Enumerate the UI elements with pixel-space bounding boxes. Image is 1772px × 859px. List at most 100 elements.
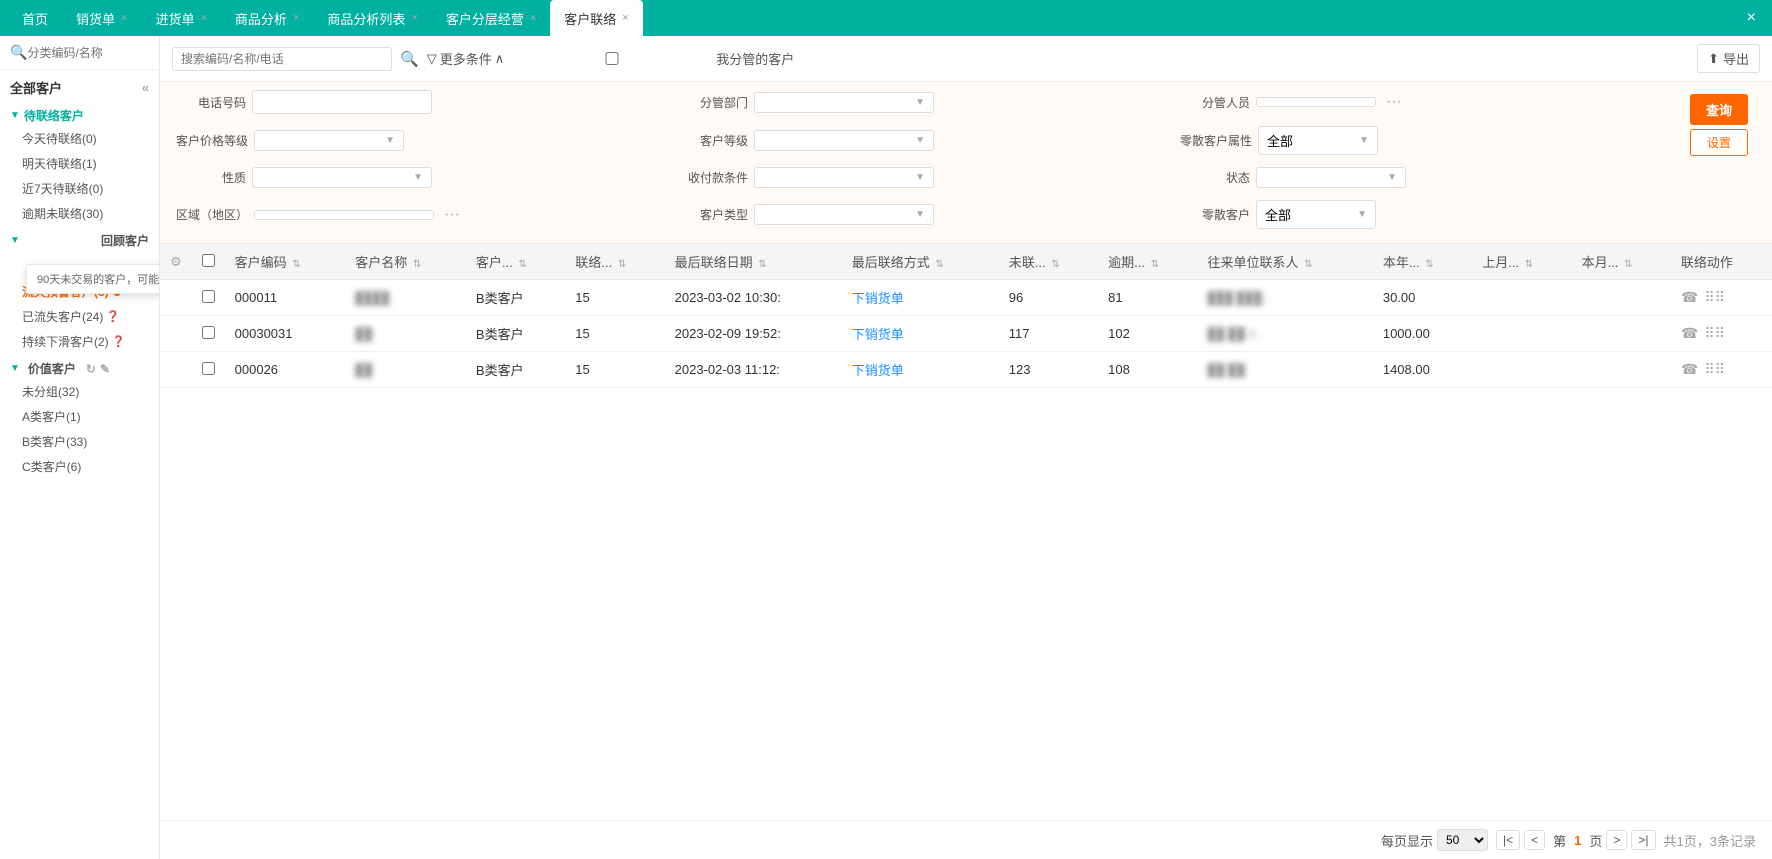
status-select[interactable]: ▼ <box>1256 167 1406 188</box>
col-header-last-method[interactable]: 最后联络方式 ⇅ <box>842 244 999 280</box>
dept-select[interactable]: ▼ <box>754 92 934 113</box>
row-last-month <box>1472 352 1571 388</box>
col-header-overdue[interactable]: 逾期... ⇅ <box>1098 244 1197 280</box>
col-header-this-year[interactable]: 本年... ⇅ <box>1373 244 1472 280</box>
prev-page-button[interactable]: < <box>1524 830 1545 850</box>
sidebar-item-a-class[interactable]: A类客户(1) <box>0 404 159 429</box>
settings-button[interactable]: 设置 <box>1690 129 1748 156</box>
current-page-number: 1 <box>1570 833 1585 848</box>
close-sales-icon[interactable]: × <box>121 12 127 24</box>
sidebar-item-b-class[interactable]: B类客户(33) <box>0 429 159 454</box>
row-unit-contact: ███ ███... <box>1198 280 1373 316</box>
zero-attr-value: 全部 <box>1267 131 1293 150</box>
zero-customer-select[interactable]: 全部 ▼ <box>1256 200 1376 229</box>
nav-customer-contact[interactable]: 客户联络 × <box>550 0 642 36</box>
sidebar-item-declining[interactable]: 持续下滑客户(2) ❓ <box>0 329 159 354</box>
nav-purchase-order[interactable]: 进货单 × <box>141 0 220 36</box>
nav-sales-label: 销货单 <box>76 9 115 28</box>
nav-product-list[interactable]: 商品分析列表 × <box>313 0 431 36</box>
per-page-select[interactable]: 50 100 200 <box>1437 829 1488 851</box>
action-more-icon[interactable]: ⠿⠿ <box>1704 325 1725 342</box>
sidebar-item-c-class[interactable]: C类客户(6) <box>0 454 159 479</box>
person-dots-icon[interactable]: ··· <box>1386 93 1402 111</box>
region-dots-icon[interactable]: ··· <box>444 206 460 224</box>
sidebar-collapse-icon[interactable]: « <box>142 80 149 95</box>
row-checkbox[interactable] <box>202 326 215 339</box>
sidebar-search-input[interactable] <box>27 46 160 60</box>
row-code: 000026 <box>225 352 346 388</box>
col-header-this-month[interactable]: 本月... ⇅ <box>1572 244 1671 280</box>
filter-price-level: 客户价格等级 ▼ <box>176 130 666 151</box>
row-last-method[interactable]: 下销货单 <box>842 352 999 388</box>
row-not-contacted: 117 <box>999 316 1098 352</box>
row-last-month <box>1472 280 1571 316</box>
action-contact-icon[interactable]: ☎ <box>1681 325 1698 342</box>
row-checkbox[interactable] <box>202 290 215 303</box>
col-header-last-date[interactable]: 最后联络日期 ⇅ <box>665 244 842 280</box>
action-contact-icon[interactable]: ☎ <box>1681 289 1698 306</box>
customer-type-arrow-icon: ▼ <box>915 209 925 220</box>
search-input[interactable] <box>172 47 392 71</box>
action-contact-icon[interactable]: ☎ <box>1681 361 1698 378</box>
nav-customer-tier[interactable]: 客户分层经营 × <box>432 0 550 36</box>
person-select[interactable] <box>1256 97 1376 107</box>
region-select[interactable] <box>254 210 434 220</box>
row-checkbox[interactable] <box>202 362 215 375</box>
nav-sales-order[interactable]: 销货单 × <box>62 0 141 36</box>
col-header-type[interactable]: 客户... ⇅ <box>466 244 565 280</box>
my-customers-checkbox[interactable] <box>512 52 712 65</box>
sidebar-item-ungroup[interactable]: 未分组(32) <box>0 379 159 404</box>
payment-select[interactable]: ▼ <box>754 167 934 188</box>
nav-product-analysis[interactable]: 商品分析 × <box>221 0 313 36</box>
col-header-contact[interactable]: 联络... ⇅ <box>565 244 664 280</box>
query-button[interactable]: 查询 <box>1690 94 1748 125</box>
select-all-checkbox[interactable] <box>202 254 215 267</box>
row-this-year: 1408.00 <box>1373 352 1472 388</box>
nav-customer-tier-label: 客户分层经营 <box>446 9 524 28</box>
last-page-button[interactable]: >| <box>1631 830 1655 850</box>
action-more-icon[interactable]: ⠿⠿ <box>1704 361 1725 378</box>
close-purchase-icon[interactable]: × <box>200 12 206 24</box>
row-last-method[interactable]: 下销货单 <box>842 316 999 352</box>
col-header-unit-contact[interactable]: 往来单位联系人 ⇅ <box>1198 244 1373 280</box>
nature-select[interactable]: ▼ <box>252 167 432 188</box>
close-product-analysis-icon[interactable]: × <box>293 12 299 24</box>
col-header-code[interactable]: 客户编码 ⇅ <box>225 244 346 280</box>
row-gear <box>160 352 192 388</box>
customer-level-select[interactable]: ▼ <box>754 130 934 151</box>
value-edit-icon[interactable]: ✎ <box>100 362 110 376</box>
nav-home[interactable]: 首页 <box>8 0 62 36</box>
sidebar-item-today[interactable]: 今天待联络(0) <box>0 126 159 151</box>
window-close-icon[interactable]: × <box>1739 9 1764 27</box>
sidebar-item-overdue[interactable]: 逾期未联络(30) <box>0 201 159 226</box>
filter-more-button[interactable]: ▽ 更多条件 ∧ <box>427 49 505 68</box>
col-header-name[interactable]: 客户名称 ⇅ <box>345 244 466 280</box>
filter-customer-level: 客户等级 ▼ <box>678 130 1168 151</box>
table-row: 000011 ████ B类客户 15 2023-03-02 10:30: 下销… <box>160 280 1772 316</box>
action-more-icon[interactable]: ⠿⠿ <box>1704 289 1725 306</box>
value-refresh-icon[interactable]: ↻ <box>86 362 96 376</box>
next-page-button[interactable]: > <box>1606 830 1627 850</box>
filter-search-icon[interactable]: 🔍 <box>400 50 419 68</box>
gear-column-header[interactable]: ⚙ <box>160 244 192 280</box>
first-page-button[interactable]: |< <box>1496 830 1520 850</box>
my-customers-filter: 我分管的客户 <box>512 49 794 68</box>
price-level-label: 客户价格等级 <box>176 132 248 149</box>
price-level-select[interactable]: ▼ <box>254 130 404 151</box>
phone-input[interactable] <box>252 90 432 114</box>
customer-type-select[interactable]: ▼ <box>754 204 934 225</box>
export-button[interactable]: ⬆ 导出 <box>1697 44 1760 73</box>
close-customer-contact-icon[interactable]: × <box>622 12 628 24</box>
close-product-list-icon[interactable]: × <box>411 12 417 24</box>
col-header-not-contacted[interactable]: 未联... ⇅ <box>999 244 1098 280</box>
zero-attr-select[interactable]: 全部 ▼ <box>1258 126 1378 155</box>
close-customer-tier-icon[interactable]: × <box>530 12 536 24</box>
col-header-last-month[interactable]: 上月... ⇅ <box>1472 244 1571 280</box>
filter-status: 状态 ▼ <box>1180 167 1670 188</box>
status-arrow-icon: ▼ <box>1387 172 1397 183</box>
sidebar-item-7days[interactable]: 近7天待联络(0) <box>0 176 159 201</box>
sidebar-item-churned[interactable]: 已流失客户(24) ❓ <box>0 304 159 329</box>
sidebar-item-tomorrow[interactable]: 明天待联络(1) <box>0 151 159 176</box>
row-last-method[interactable]: 下销货单 <box>842 280 999 316</box>
row-type: B类客户 <box>466 352 565 388</box>
